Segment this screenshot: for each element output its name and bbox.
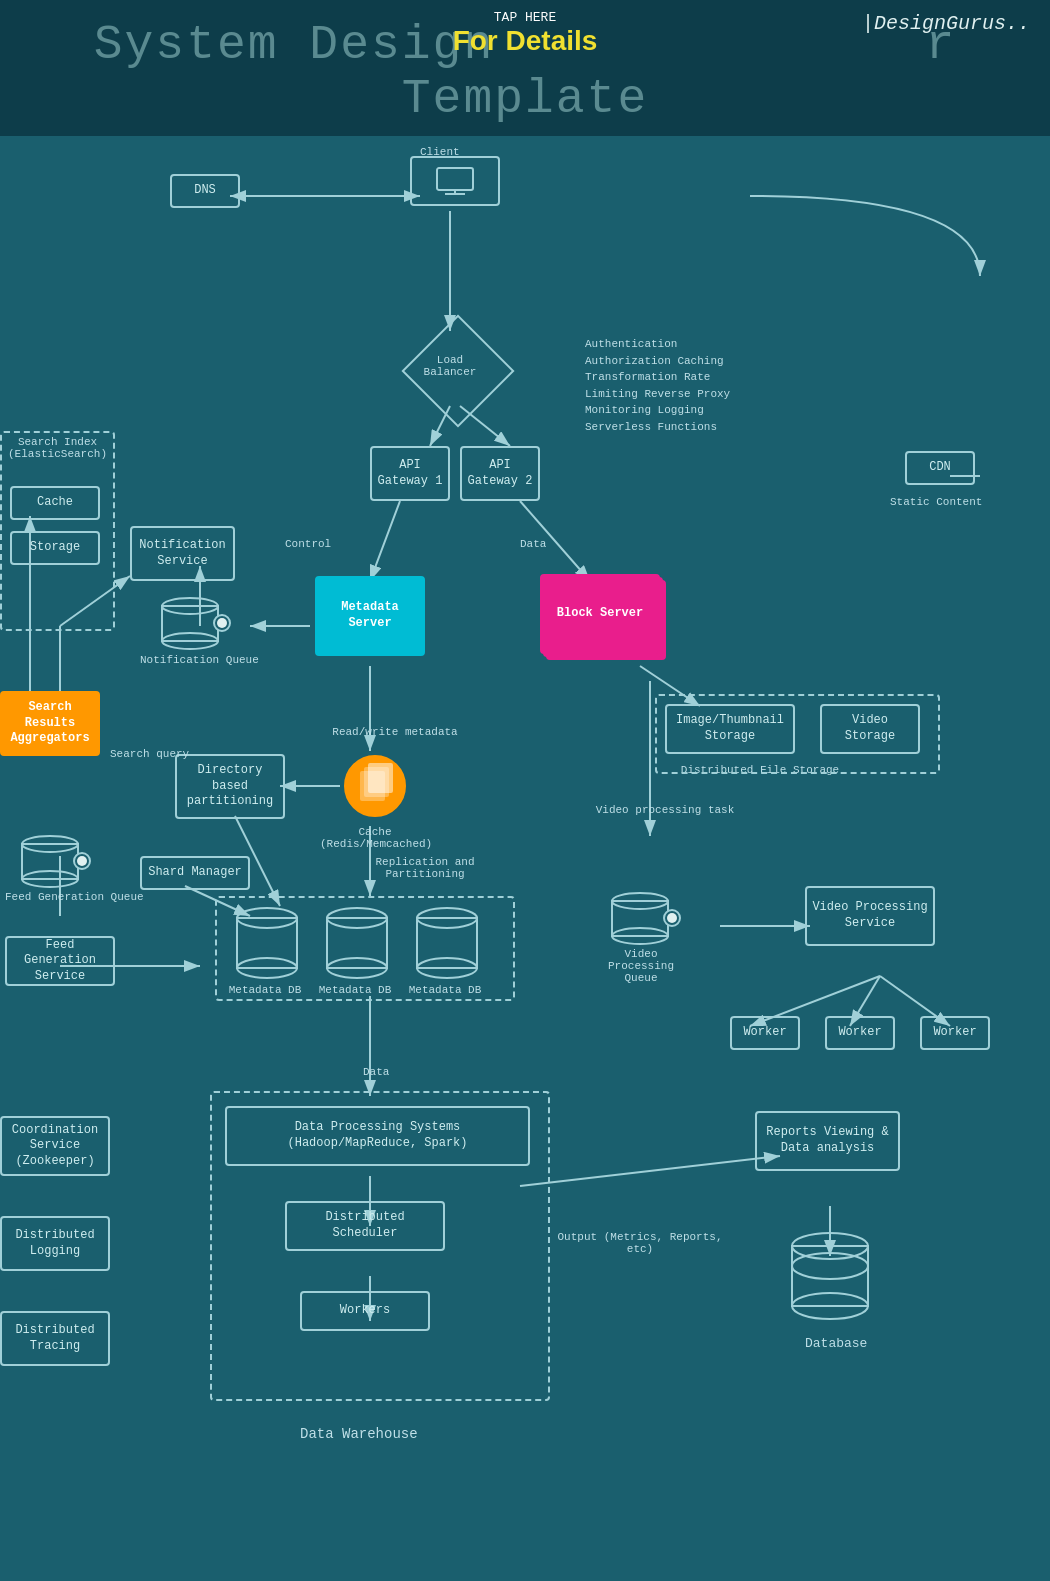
client-node xyxy=(410,156,500,206)
svg-point-48 xyxy=(77,856,87,866)
metadata-db1-cylinder xyxy=(230,906,305,991)
cdn: CDN xyxy=(905,451,975,485)
svg-line-26 xyxy=(520,1156,780,1186)
worker1: Worker xyxy=(730,1016,800,1050)
data-label2: Data xyxy=(363,1066,389,1078)
distributed-logging: Distributed Logging xyxy=(0,1216,110,1271)
control-label: Control xyxy=(285,538,331,550)
for-details-label: For Details xyxy=(453,25,598,56)
distributed-tracing: Distributed Tracing xyxy=(0,1311,110,1366)
svg-point-66 xyxy=(792,1253,868,1279)
video-processing-task-label: Video processing task xyxy=(590,804,740,816)
shard-manager: Shard Manager xyxy=(140,856,250,890)
file-storage-section xyxy=(655,694,940,774)
metadata-db3-label: Metadata DB xyxy=(405,984,485,996)
load-balancer-label: Load Balancer xyxy=(410,354,490,378)
coordination-service: Coordination Service (Zookeeper) xyxy=(0,1116,110,1176)
svg-line-6 xyxy=(370,501,400,581)
metadata-db3-cylinder xyxy=(410,906,485,991)
notification-service: Notification Service xyxy=(130,526,235,581)
search-index-label: Search Index (ElasticSearch) xyxy=(5,436,110,460)
distributed-scheduler: Distributed Scheduler xyxy=(285,1201,445,1251)
data-warehouse-label: Data Warehouse xyxy=(300,1426,418,1442)
notification-queue-cylinder xyxy=(155,596,235,656)
database-label: Database xyxy=(805,1336,867,1351)
notification-queue-label: Notification Queue xyxy=(140,654,259,666)
diagram: Client DNS Load Balancer API Gateway 1 A… xyxy=(0,136,1050,1581)
search-query-label: Search query xyxy=(110,748,189,760)
feed-gen-queue-cylinder xyxy=(15,834,95,894)
static-content-label: Static Content xyxy=(890,496,982,508)
dns-node: DNS xyxy=(170,174,240,208)
reports-viewing: Reports Viewing & Data analysis xyxy=(755,1111,900,1171)
replication-label: Replication and Partitioning xyxy=(360,856,490,880)
brand-label: |DesignGurus.. xyxy=(862,12,1030,35)
metadata-db2-label: Metadata DB xyxy=(315,984,395,996)
feed-gen-queue-label: Feed Generation Queue xyxy=(5,891,144,903)
video-processing-service: Video Processing Service xyxy=(805,886,935,946)
cache-redis-circle xyxy=(340,751,410,826)
api-gateway-2: API Gateway 2 xyxy=(460,446,540,501)
worker3: Worker xyxy=(920,1016,990,1050)
cache-small: Cache xyxy=(10,486,100,520)
metadata-db2-cylinder xyxy=(320,906,395,991)
svg-rect-43 xyxy=(368,763,393,793)
api-gateway-1: API Gateway 1 xyxy=(370,446,450,501)
data-label: Data xyxy=(520,538,546,550)
directory-partitioning: Directory based partitioning xyxy=(175,754,285,819)
workers-dp: Workers xyxy=(300,1291,430,1331)
video-processing-queue-label: Video Processing Queue xyxy=(596,948,686,984)
metadata-server: Metadata Server xyxy=(315,576,425,656)
tap-here-overlay: TAP HERE For Details xyxy=(453,10,598,57)
client-label: Client xyxy=(420,146,460,158)
cache-redis-label: Cache (Redis/Memcached) xyxy=(320,826,430,850)
metadata-db1-label: Metadata DB xyxy=(225,984,305,996)
block-server: Block Server xyxy=(540,574,660,654)
search-results: Search Results Aggregators xyxy=(0,691,100,756)
video-processing-queue-cylinder xyxy=(605,891,685,951)
read-write-label: Read/write metadata xyxy=(320,726,470,738)
output-label: Output (Metrics, Reports, etc) xyxy=(555,1231,725,1255)
storage-small: Storage xyxy=(10,531,100,565)
database-cylinder xyxy=(785,1231,875,1331)
feed-gen-service: Feed Generation Service xyxy=(5,936,115,986)
svg-point-62 xyxy=(667,913,677,923)
data-processing: Data Processing Systems (Hadoop/MapReduc… xyxy=(225,1106,530,1166)
svg-point-39 xyxy=(217,618,227,628)
tap-here-label: TAP HERE xyxy=(453,10,598,25)
worker2: Worker xyxy=(825,1016,895,1050)
svg-rect-32 xyxy=(437,168,473,190)
header: TAP HERE For Details System Design r Tem… xyxy=(0,0,1050,136)
api-features-label: Authentication Authorization Caching Tra… xyxy=(585,336,755,435)
